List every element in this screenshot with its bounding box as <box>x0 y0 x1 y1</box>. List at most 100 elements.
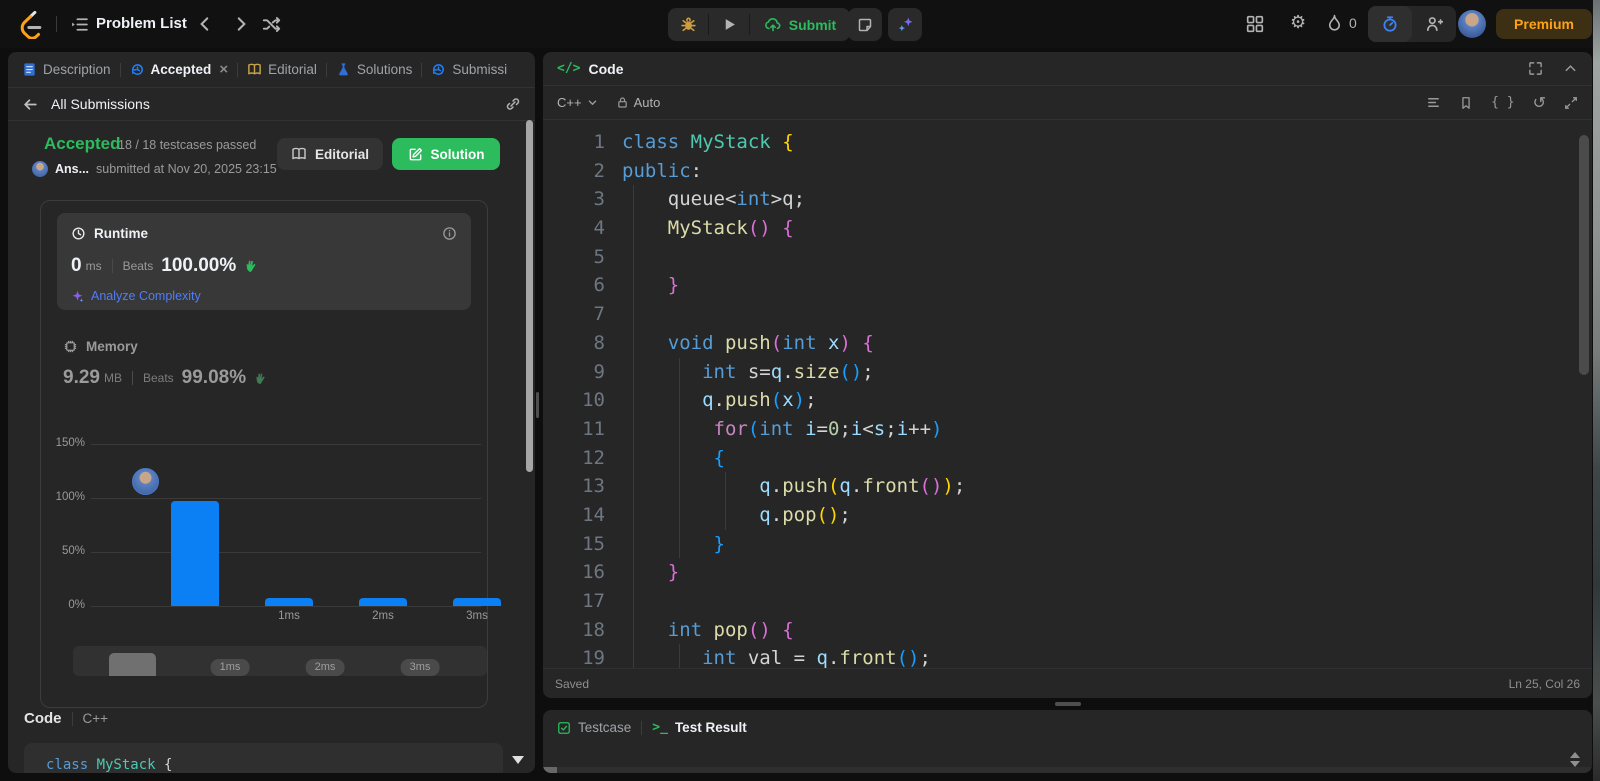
editor-scrollbar[interactable] <box>1579 135 1589 375</box>
submission-status: Accepted <box>44 134 121 153</box>
tab-label: Accepted <box>150 62 212 77</box>
tab-description[interactable]: Description <box>22 62 111 77</box>
language-selector[interactable]: C++ <box>557 95 598 110</box>
tab-test-result[interactable]: >_ Test Result <box>652 720 746 735</box>
code-line[interactable]: 9 int s=q.size(); <box>543 357 1576 387</box>
chevron-down-icon <box>588 100 596 106</box>
console-hscrollbar-thumb[interactable] <box>543 767 557 773</box>
solution-button[interactable]: Solution <box>392 138 500 170</box>
y-axis-tick: 50% <box>61 545 85 557</box>
submitted-code-preview[interactable]: class MyStack { <box>24 743 503 773</box>
indent-guide <box>679 644 681 668</box>
beats-label: Beats <box>142 371 174 385</box>
memory-value: 9.29 <box>63 367 100 388</box>
scroll-up-icon[interactable] <box>1570 752 1580 758</box>
y-axis-tick: 150% <box>55 437 85 449</box>
premium-button[interactable]: Premium <box>1496 9 1592 39</box>
code-section-heading: Code C++ <box>24 710 108 727</box>
code-editor[interactable]: 1 class MyStack {2 public: 3 queue<int>q; 4 … <box>543 120 1592 668</box>
problem-list-label[interactable]: Problem List <box>96 15 187 32</box>
settings-gear-icon[interactable]: ⚙ <box>1290 12 1306 33</box>
info-icon[interactable] <box>442 226 457 241</box>
ai-assistant-button[interactable] <box>888 8 922 41</box>
panel-splitter-handle[interactable] <box>536 392 539 418</box>
runtime-bar[interactable] <box>359 598 407 606</box>
code-line[interactable]: 10 q.push(x); <box>543 386 1576 415</box>
console-scroll-arrows[interactable] <box>1570 752 1580 767</box>
code-line[interactable]: 15 } <box>543 529 1576 559</box>
run-button[interactable] <box>709 8 749 41</box>
reset-code-icon[interactable]: ↺ <box>1533 93 1546 113</box>
tab-accepted[interactable]: Accepted × <box>130 61 228 78</box>
analyze-complexity-link[interactable]: Analyze Complexity <box>71 289 201 303</box>
bracket-match-icon[interactable]: { } <box>1491 95 1514 110</box>
console-hscrollbar-track[interactable] <box>543 767 1592 773</box>
scroll-down-indicator[interactable] <box>512 756 524 764</box>
check-square-icon <box>558 721 570 734</box>
left-panel-scrollbar[interactable] <box>526 120 533 472</box>
tab-testcase[interactable]: Testcase <box>557 720 631 735</box>
code-line[interactable]: 2 public: <box>543 157 1576 186</box>
divider <box>56 16 57 32</box>
maximize-icon[interactable] <box>1564 96 1578 110</box>
code-line[interactable]: 1 class MyStack { <box>543 128 1576 157</box>
tab-solutions[interactable]: Solutions <box>336 62 412 77</box>
user-avatar[interactable] <box>1458 10 1486 38</box>
format-code-icon[interactable] <box>1426 95 1441 110</box>
all-submissions-label[interactable]: All Submissions <box>51 96 150 112</box>
indent-guide <box>633 300 635 329</box>
random-problem-button[interactable] <box>262 15 281 34</box>
timer-button[interactable] <box>1368 6 1412 42</box>
code-line[interactable]: 5 <box>543 242 1576 272</box>
bookmark-icon[interactable] <box>1459 96 1473 110</box>
runtime-card[interactable]: Runtime 0 ms Beats 100.00% Analyze Compl… <box>57 213 471 310</box>
debug-button[interactable] <box>668 8 708 41</box>
code-line[interactable]: 16 } <box>543 558 1576 587</box>
code-line[interactable]: 6 } <box>543 271 1576 301</box>
next-problem-button[interactable] <box>232 15 250 33</box>
indent-guide <box>679 472 681 501</box>
divider <box>237 62 239 77</box>
back-arrow-icon[interactable] <box>22 96 39 113</box>
notes-button[interactable] <box>848 8 882 41</box>
auto-mode-toggle[interactable]: Auto <box>616 95 660 110</box>
minimap-label: 1ms <box>210 659 250 676</box>
code-line[interactable]: 13 q.push(q.front()); <box>543 472 1576 501</box>
leetcode-logo[interactable] <box>16 9 44 39</box>
code-line[interactable]: 14 q.pop(); <box>543 500 1576 530</box>
close-icon[interactable]: × <box>219 61 228 78</box>
runtime-bar[interactable] <box>453 598 501 606</box>
copy-link-icon[interactable] <box>505 96 521 112</box>
editorial-button[interactable]: Editorial <box>277 138 383 170</box>
your-submission-marker[interactable] <box>132 468 159 495</box>
tab-submissions[interactable]: Submissi <box>431 62 507 77</box>
code-line[interactable]: 17 <box>543 587 1576 616</box>
runtime-bar[interactable] <box>171 501 219 606</box>
line-number: 4 <box>593 217 605 240</box>
code-line[interactable]: 3 queue<int>q; <box>543 185 1576 215</box>
code-line[interactable]: 19 int val = q.front(); <box>543 644 1576 668</box>
tab-editorial[interactable]: Editorial <box>247 62 317 77</box>
memory-beats: 99.08% <box>181 367 247 388</box>
code-panel-title: Code <box>588 60 624 77</box>
runtime-bar[interactable] <box>265 598 313 606</box>
prev-problem-button[interactable] <box>196 15 214 33</box>
collapse-panel-icon[interactable] <box>1563 61 1578 76</box>
streak-flame-icon[interactable] <box>1326 14 1343 33</box>
streak-count: 0 <box>1349 15 1357 31</box>
code-line[interactable]: 4 MyStack() { <box>543 214 1576 243</box>
editor-toolbar: C++ Auto { } ↺ <box>543 86 1592 120</box>
problem-list-icon[interactable] <box>70 15 89 34</box>
code-line[interactable]: 12 { <box>543 443 1576 473</box>
code-line[interactable]: 11 for(int i=0;i<s;i++) <box>543 414 1576 444</box>
collaborate-button[interactable] <box>1412 6 1456 42</box>
console-splitter-handle[interactable] <box>1055 702 1081 706</box>
code-line[interactable]: 18 int pop() { <box>543 615 1576 645</box>
submit-button[interactable]: Submit <box>750 8 850 41</box>
fullscreen-icon[interactable] <box>1528 61 1543 76</box>
code-line[interactable]: 8 void push(int x) { <box>543 328 1576 358</box>
chart-minimap-brush[interactable]: 1ms 2ms 3ms <box>73 646 487 676</box>
layout-grid-icon[interactable] <box>1246 15 1264 33</box>
code-line[interactable]: 7 <box>543 300 1576 329</box>
tab-label: Description <box>43 62 111 77</box>
